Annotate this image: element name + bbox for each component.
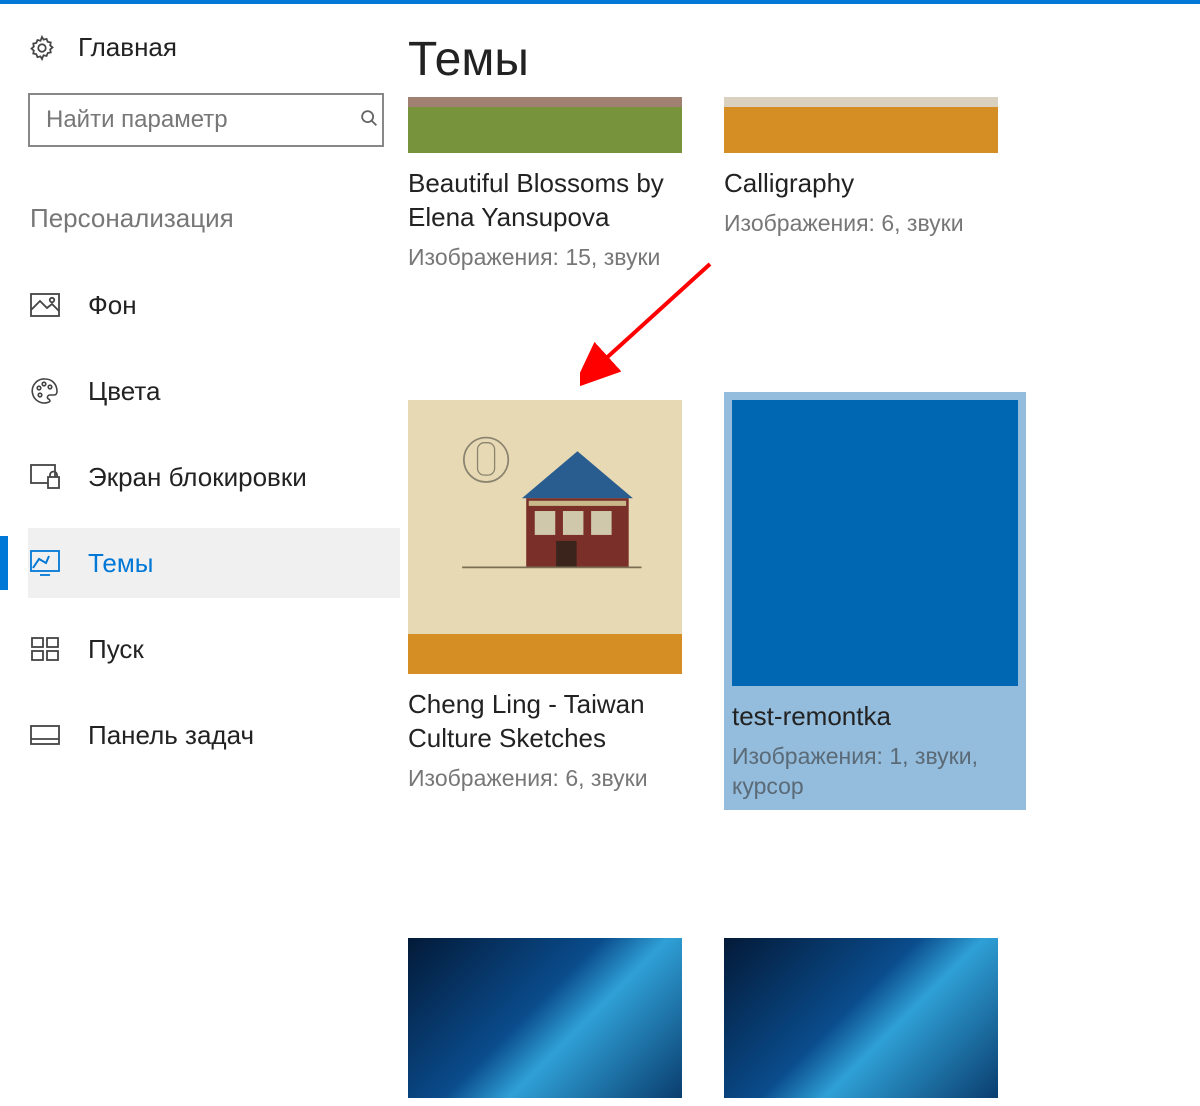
theme-thumbnail: [732, 400, 1018, 686]
main-content: Темы Beautiful Blossoms by Elena Yansupo…: [400, 4, 1200, 1106]
sidebar-item-label: Панель задач: [88, 720, 254, 751]
home-label: Главная: [78, 32, 177, 63]
home-link[interactable]: Главная: [28, 32, 400, 63]
search-input[interactable]: [44, 105, 358, 135]
theme-thumbnail: [408, 400, 682, 674]
sidebar-item-taskbar[interactable]: Панель задач: [28, 700, 400, 770]
sidebar-item-label: Фон: [88, 290, 137, 321]
sidebar-item-label: Пуск: [88, 634, 144, 665]
content-wrap: Главная Персонализация Фон: [0, 4, 1200, 1106]
theme-desc: Изображения: 1, звуки, курсор: [732, 742, 1018, 802]
theme-thumbnail: [408, 938, 682, 1098]
theme-desc: Изображения: 6, звуки: [724, 209, 998, 239]
theme-thumbnail: [724, 97, 998, 153]
palette-icon: [30, 376, 60, 406]
picture-icon: [30, 290, 60, 320]
sidebar-item-label: Цвета: [88, 376, 160, 407]
theme-name: Cheng Ling - Taiwan Culture Sketches: [408, 688, 682, 756]
theme-name: Beautiful Blossoms by Elena Yansupova: [408, 167, 682, 235]
lockscreen-icon: [30, 462, 60, 492]
theme-card-blossoms[interactable]: Beautiful Blossoms by Elena Yansupova Из…: [408, 97, 682, 272]
theme-card[interactable]: [408, 938, 682, 1098]
page-title: Темы: [408, 32, 1200, 87]
sidebar-item-start[interactable]: Пуск: [28, 614, 400, 684]
theme-name: Calligraphy: [724, 167, 998, 201]
sidebar-item-label: Экран блокировки: [88, 462, 307, 493]
themes-grid: Beautiful Blossoms by Elena Yansupova Из…: [408, 97, 1200, 1098]
theme-thumbnail: [408, 97, 682, 153]
theme-card-selected[interactable]: test-remontka Изображения: 1, звуки, кур…: [724, 392, 1026, 810]
section-header: Персонализация: [28, 203, 400, 234]
start-icon: [30, 634, 60, 664]
sidebar-item-colors[interactable]: Цвета: [28, 356, 400, 426]
theme-card-calligraphy[interactable]: Calligraphy Изображения: 6, звуки: [724, 97, 998, 272]
theme-card[interactable]: [724, 938, 998, 1098]
search-icon: [358, 107, 380, 134]
sidebar-item-themes[interactable]: Темы: [28, 528, 400, 598]
gear-icon: [28, 34, 56, 62]
theme-desc: Изображения: 15, звуки: [408, 243, 682, 273]
theme-desc: Изображения: 6, звуки: [408, 764, 682, 794]
taskbar-icon: [30, 720, 60, 750]
sidebar-item-lockscreen[interactable]: Экран блокировки: [28, 442, 400, 512]
sidebar-item-label: Темы: [88, 548, 153, 579]
theme-thumbnail: [724, 938, 998, 1098]
sidebar: Главная Персонализация Фон: [0, 4, 400, 1106]
sidebar-item-background[interactable]: Фон: [28, 270, 400, 340]
theme-name: test-remontka: [732, 700, 1018, 734]
search-box[interactable]: [28, 93, 384, 147]
themes-icon: [30, 548, 60, 578]
theme-card-chengling[interactable]: Cheng Ling - Taiwan Culture Sketches Изо…: [408, 400, 682, 810]
